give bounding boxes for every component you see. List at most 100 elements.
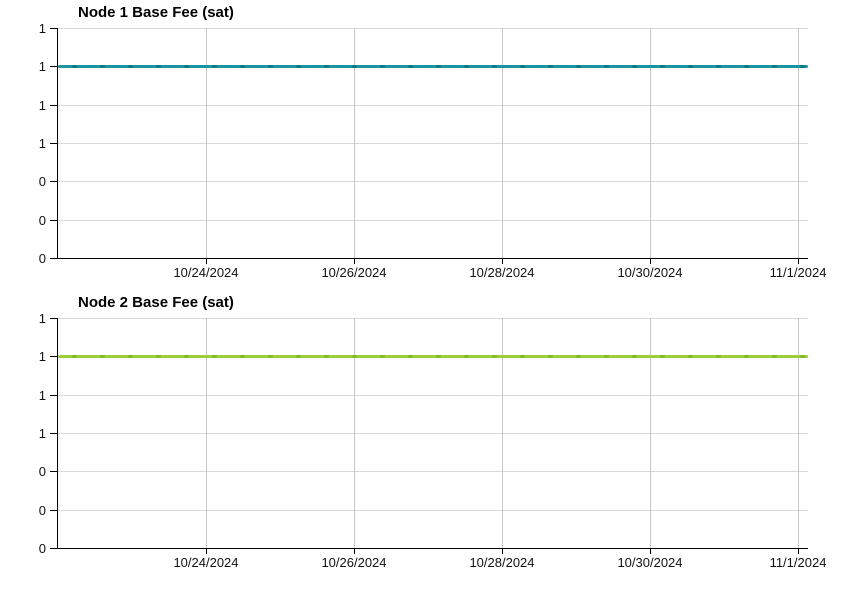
data-point-marker xyxy=(576,65,581,68)
data-point-marker xyxy=(632,355,637,358)
data-point-marker xyxy=(352,355,357,358)
y-axis-tick xyxy=(50,143,58,144)
y-axis-tick xyxy=(50,471,58,472)
data-point-marker xyxy=(380,65,385,68)
data-point-marker xyxy=(492,65,497,68)
y-axis-tick xyxy=(50,510,58,511)
y-axis-tick-label: 0 xyxy=(6,504,46,517)
vertical-gridline xyxy=(650,318,651,548)
data-point-marker xyxy=(716,355,721,358)
horizontal-gridline xyxy=(58,471,808,472)
x-axis-tick xyxy=(502,258,503,264)
data-point-marker xyxy=(212,65,217,68)
data-point-marker xyxy=(436,355,441,358)
vertical-gridline xyxy=(650,28,651,258)
data-point-marker xyxy=(548,65,553,68)
data-point-marker xyxy=(576,355,581,358)
plot-area: 10/24/202410/26/202410/28/202410/30/2024… xyxy=(57,28,808,259)
vertical-gridline xyxy=(502,28,503,258)
data-point-marker xyxy=(660,355,665,358)
y-axis-tick-label: 1 xyxy=(6,427,46,440)
x-axis-tick-label: 10/30/2024 xyxy=(595,555,705,570)
data-point-marker xyxy=(212,355,217,358)
y-axis-tick-label: 1 xyxy=(6,389,46,402)
x-axis-tick xyxy=(354,258,355,264)
horizontal-gridline xyxy=(58,318,808,319)
vertical-gridline xyxy=(206,318,207,548)
y-axis-tick-label: 1 xyxy=(6,99,46,112)
data-point-marker xyxy=(688,65,693,68)
y-axis-tick-label: 1 xyxy=(6,350,46,363)
data-point-marker xyxy=(520,65,525,68)
data-point-marker xyxy=(744,355,749,358)
y-axis-tick xyxy=(50,356,58,357)
y-axis-tick xyxy=(50,105,58,106)
y-axis-tick xyxy=(50,258,58,259)
series-line xyxy=(58,65,808,68)
data-point-marker xyxy=(100,355,105,358)
horizontal-gridline xyxy=(58,395,808,396)
x-axis-tick-label: 10/28/2024 xyxy=(447,555,557,570)
x-axis-tick-label: 10/26/2024 xyxy=(299,555,409,570)
y-axis-tick xyxy=(50,395,58,396)
data-point-marker xyxy=(520,355,525,358)
vertical-gridline xyxy=(354,318,355,548)
chart-title: Node 1 Base Fee (sat) xyxy=(78,4,234,21)
x-axis-tick-label: 11/1/2024 xyxy=(743,265,853,280)
x-axis-tick-label: 10/28/2024 xyxy=(447,265,557,280)
x-axis-tick xyxy=(354,548,355,554)
x-axis-tick-label: 11/1/2024 xyxy=(743,555,853,570)
data-point-marker xyxy=(296,65,301,68)
data-point-marker xyxy=(408,65,413,68)
horizontal-gridline xyxy=(58,220,808,221)
x-axis-tick xyxy=(798,548,799,554)
data-point-marker xyxy=(660,65,665,68)
x-axis-tick-label: 10/30/2024 xyxy=(595,265,705,280)
horizontal-gridline xyxy=(58,105,808,106)
data-point-marker xyxy=(184,65,189,68)
data-point-marker xyxy=(128,355,133,358)
y-axis-tick xyxy=(50,318,58,319)
plot-area: 10/24/202410/26/202410/28/202410/30/2024… xyxy=(57,318,808,549)
data-point-marker xyxy=(240,65,245,68)
vertical-gridline xyxy=(502,318,503,548)
y-axis-tick-label: 0 xyxy=(6,214,46,227)
data-point-marker xyxy=(772,355,777,358)
x-axis-tick-label: 10/24/2024 xyxy=(151,265,261,280)
data-point-marker xyxy=(156,65,161,68)
y-axis-tick xyxy=(50,28,58,29)
data-point-marker xyxy=(352,65,357,68)
data-point-marker xyxy=(604,65,609,68)
horizontal-gridline xyxy=(58,433,808,434)
base-fee-charts-panel: Node 1 Base Fee (sat) 10/24/202410/26/20… xyxy=(0,0,860,600)
x-axis-tick xyxy=(798,258,799,264)
y-axis-tick-label: 0 xyxy=(6,175,46,188)
horizontal-gridline xyxy=(58,143,808,144)
horizontal-gridline xyxy=(58,510,808,511)
data-point-marker xyxy=(184,355,189,358)
x-axis-tick-label: 10/26/2024 xyxy=(299,265,409,280)
data-point-marker xyxy=(296,355,301,358)
data-point-marker xyxy=(324,65,329,68)
data-point-marker xyxy=(744,65,749,68)
data-point-marker xyxy=(800,355,805,358)
vertical-gridline xyxy=(354,28,355,258)
series-line xyxy=(58,355,808,358)
data-point-marker xyxy=(156,355,161,358)
data-point-marker xyxy=(464,65,469,68)
y-axis-tick-label: 0 xyxy=(6,465,46,478)
data-point-marker xyxy=(716,65,721,68)
x-axis-tick-label: 10/24/2024 xyxy=(151,555,261,570)
x-axis-tick xyxy=(502,548,503,554)
data-point-marker xyxy=(464,355,469,358)
data-point-marker xyxy=(268,355,273,358)
data-point-marker xyxy=(324,355,329,358)
data-point-marker xyxy=(240,355,245,358)
y-axis-tick-label: 1 xyxy=(6,312,46,325)
data-point-marker xyxy=(380,355,385,358)
horizontal-gridline xyxy=(58,28,808,29)
data-point-marker xyxy=(72,355,77,358)
data-point-marker xyxy=(688,355,693,358)
data-point-marker xyxy=(436,65,441,68)
chart-title: Node 2 Base Fee (sat) xyxy=(78,294,234,311)
